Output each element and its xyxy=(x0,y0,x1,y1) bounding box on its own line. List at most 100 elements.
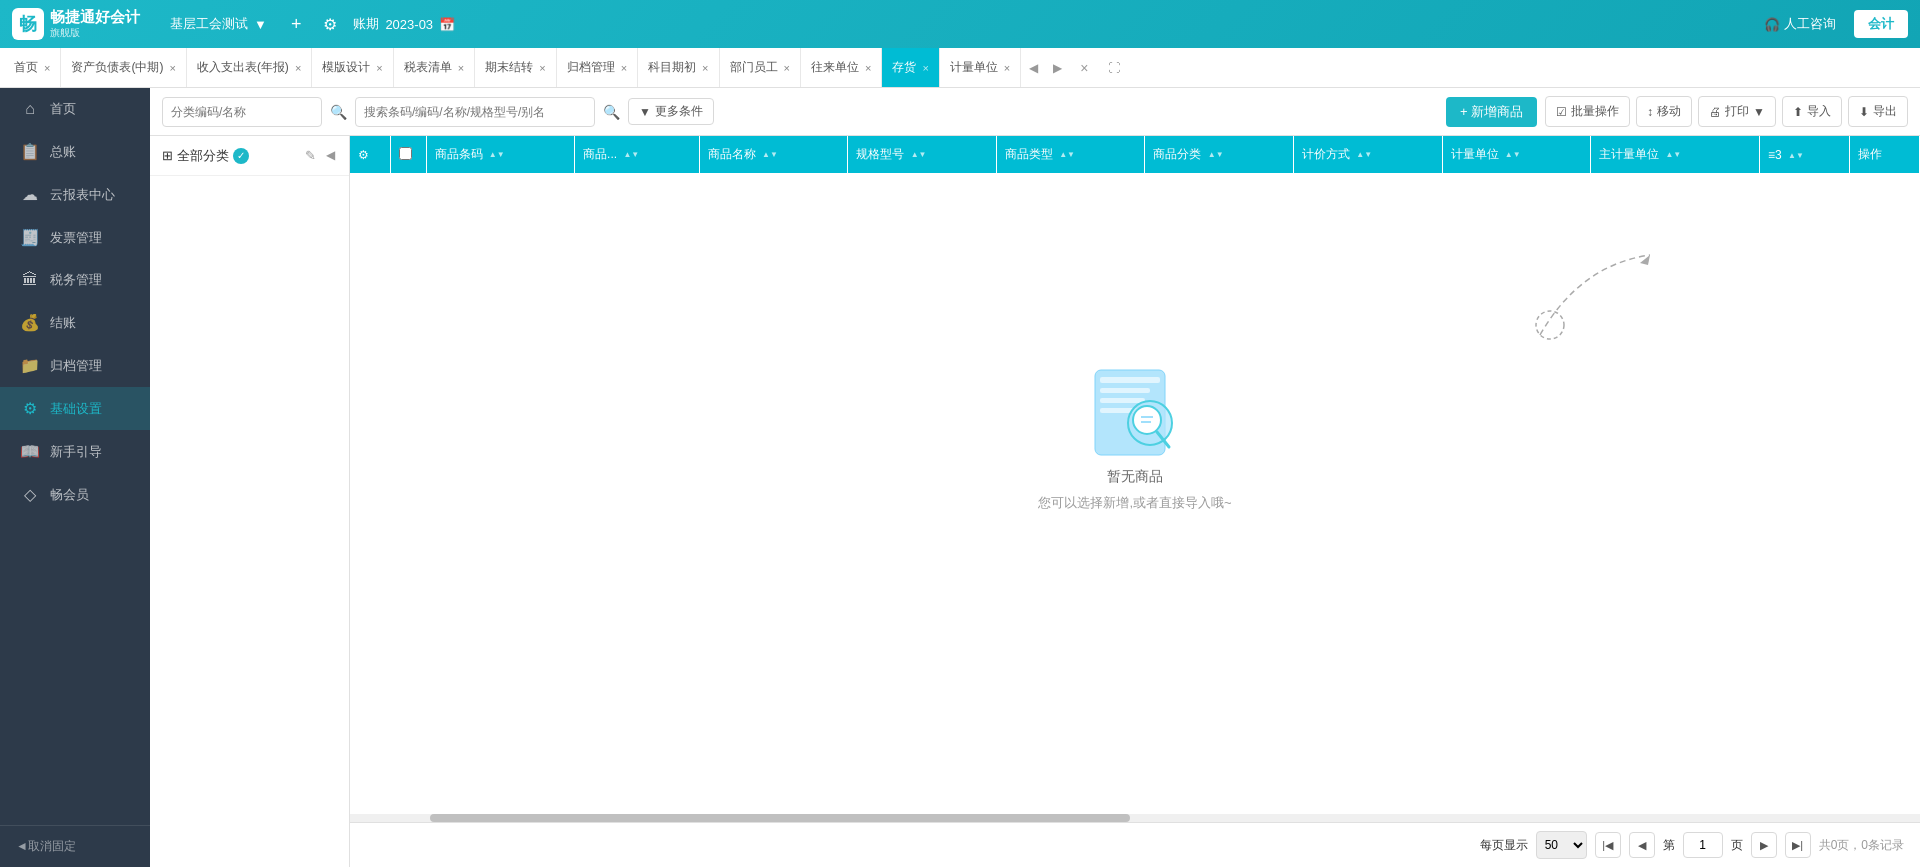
th-spec[interactable]: 规格型号 ▲▼ xyxy=(848,136,997,173)
svg-rect-5 xyxy=(1100,398,1145,403)
move-button[interactable]: ↕ 移动 xyxy=(1636,96,1692,127)
tab-next-button[interactable]: ▶ xyxy=(1045,48,1069,87)
sidebar-item-ledger[interactable]: 📋 总账 xyxy=(0,130,150,173)
category-search-input[interactable] xyxy=(162,97,322,127)
table-header-row: ⚙ 商品条码 ▲▼ 商品... ▲▼ xyxy=(350,136,1920,173)
tab-partner-label: 往来单位 xyxy=(811,59,859,76)
export-button[interactable]: ⬇ 导出 xyxy=(1848,96,1908,127)
horizontal-scrollbar-thumb[interactable] xyxy=(430,814,1130,822)
sidebar-collapse-button[interactable]: ◄取消固定 xyxy=(0,825,150,867)
tab-partner-close[interactable]: × xyxy=(865,62,871,74)
category-collapse-icon[interactable]: ◀ xyxy=(324,146,337,165)
tab-subject[interactable]: 科目期初 × xyxy=(638,48,719,87)
header-actions: 🎧 人工咨询 会计 xyxy=(1754,10,1908,38)
tab-balance[interactable]: 资产负债表(中期) × xyxy=(61,48,186,87)
sidebar-item-home[interactable]: ⌂ 首页 xyxy=(0,88,150,130)
wide-search-input[interactable] xyxy=(355,97,595,127)
help-button[interactable]: 🎧 人工咨询 xyxy=(1754,11,1846,37)
tab-home[interactable]: 首页 × xyxy=(4,48,61,87)
last-page-button[interactable]: ▶| xyxy=(1785,832,1811,858)
sidebar-item-member[interactable]: ◇ 畅会员 xyxy=(0,473,150,516)
sidebar-item-settle[interactable]: 💰 结账 xyxy=(0,301,150,344)
tab-expand-button[interactable]: ⛶ xyxy=(1099,48,1129,87)
sidebar-item-guide[interactable]: 📖 新手引导 xyxy=(0,430,150,473)
calendar-icon[interactable]: 📅 xyxy=(439,17,455,32)
category-header: ⊞ 全部分类 ✓ ✎ ◀ xyxy=(150,136,349,176)
print-button[interactable]: 🖨 打印 ▼ xyxy=(1698,96,1776,127)
th-operation: 操作 xyxy=(1850,136,1920,173)
print-dropdown-icon: ▼ xyxy=(1753,105,1765,119)
sidebar-item-invoice[interactable]: 🧾 发票管理 xyxy=(0,216,150,259)
batch-button[interactable]: ☑ 批量操作 xyxy=(1545,96,1630,127)
tab-dept[interactable]: 部门员工 × xyxy=(720,48,801,87)
tab-inventory[interactable]: 存货 × xyxy=(882,48,939,87)
col3-sort-icon: ▲▼ xyxy=(1788,151,1804,160)
tab-template[interactable]: 模版设计 × xyxy=(312,48,393,87)
page-number-input[interactable] xyxy=(1683,832,1723,858)
th-name[interactable]: 商品名称 ▲▼ xyxy=(699,136,848,173)
th-col3[interactable]: ≡3 ▲▼ xyxy=(1760,136,1850,173)
tab-tax-close[interactable]: × xyxy=(458,62,464,74)
select-all-checkbox[interactable] xyxy=(399,147,412,160)
th-unit[interactable]: 计量单位 ▲▼ xyxy=(1442,136,1591,173)
tab-closing-close[interactable]: × xyxy=(539,62,545,74)
import-button[interactable]: ⬆ 导入 xyxy=(1782,96,1842,127)
tab-closing[interactable]: 期末结转 × xyxy=(475,48,556,87)
tab-income-close[interactable]: × xyxy=(295,62,301,74)
spec-sort-icon: ▲▼ xyxy=(911,150,927,159)
sidebar-item-archive[interactable]: 📁 归档管理 xyxy=(0,344,150,387)
tab-prev-button[interactable]: ◀ xyxy=(1021,48,1045,87)
th-settings[interactable]: ⚙ xyxy=(350,136,390,173)
tab-partner[interactable]: 往来单位 × xyxy=(801,48,882,87)
category-edit-icon[interactable]: ✎ xyxy=(303,146,318,165)
filter-button[interactable]: ▼ 更多条件 xyxy=(628,98,714,125)
tab-income[interactable]: 收入支出表(年报) × xyxy=(187,48,312,87)
filter-icon: ▼ xyxy=(639,105,651,119)
tab-balance-close[interactable]: × xyxy=(169,62,175,74)
tab-home-close[interactable]: × xyxy=(44,62,50,74)
first-page-button[interactable]: |◀ xyxy=(1595,832,1621,858)
tab-archive[interactable]: 归档管理 × xyxy=(557,48,638,87)
svg-point-8 xyxy=(1133,406,1161,434)
wide-search-icon[interactable]: 🔍 xyxy=(603,104,620,120)
horizontal-scrollbar-track[interactable] xyxy=(350,814,1920,822)
th-code[interactable]: 商品... ▲▼ xyxy=(575,136,700,173)
category-actions: ✎ ◀ xyxy=(303,146,337,165)
import-icon: ⬆ xyxy=(1793,105,1803,119)
th-unit-label: 计量单位 xyxy=(1451,147,1499,161)
th-price-method[interactable]: 计价方式 ▲▼ xyxy=(1293,136,1442,173)
sidebar-item-settings[interactable]: ⚙ 基础设置 xyxy=(0,387,150,430)
print-icon: 🖨 xyxy=(1709,105,1721,119)
sidebar-item-reports[interactable]: ☁ 云报表中心 xyxy=(0,173,150,216)
tab-close-all-button[interactable]: × xyxy=(1069,48,1099,87)
category-search-icon[interactable]: 🔍 xyxy=(330,104,347,120)
tab-dept-close[interactable]: × xyxy=(784,62,790,74)
sidebar-nav: ⌂ 首页 📋 总账 ☁ 云报表中心 🧾 发票管理 🏛 税务管理 💰 结账 xyxy=(0,88,150,825)
tab-unit[interactable]: 计量单位 × xyxy=(940,48,1021,87)
per-page-select[interactable]: 50 10 20 100 xyxy=(1536,831,1587,859)
prev-page-button[interactable]: ◀ xyxy=(1629,832,1655,858)
next-page-button[interactable]: ▶ xyxy=(1751,832,1777,858)
tab-template-close[interactable]: × xyxy=(376,62,382,74)
th-barcode[interactable]: 商品条码 ▲▼ xyxy=(426,136,575,173)
settings-icon[interactable]: ⚙ xyxy=(317,13,343,36)
new-product-button[interactable]: + 新增商品 xyxy=(1446,97,1537,127)
tab-inventory-close[interactable]: × xyxy=(922,62,928,74)
page-unit-label: 页 xyxy=(1731,837,1743,854)
company-selector[interactable]: 基层工会测试 ▼ xyxy=(162,11,275,37)
tab-tax[interactable]: 税表清单 × xyxy=(394,48,475,87)
tab-unit-close[interactable]: × xyxy=(1004,62,1010,74)
tab-subject-close[interactable]: × xyxy=(702,62,708,74)
th-type-label: 商品类型 xyxy=(1005,147,1053,161)
tab-archive-close[interactable]: × xyxy=(621,62,627,74)
th-type[interactable]: 商品类型 ▲▼ xyxy=(996,136,1145,173)
tab-template-label: 模版设计 xyxy=(322,59,370,76)
th-main-unit[interactable]: 主计量单位 ▲▼ xyxy=(1591,136,1760,173)
th-category[interactable]: 商品分类 ▲▼ xyxy=(1145,136,1294,173)
sidebar-item-tax[interactable]: 🏛 税务管理 xyxy=(0,259,150,301)
filter-label: 更多条件 xyxy=(655,103,703,120)
th-price-method-label: 计价方式 xyxy=(1302,147,1350,161)
add-tab-button[interactable]: + xyxy=(285,12,308,37)
th-check[interactable] xyxy=(390,136,426,173)
account-button[interactable]: 会计 xyxy=(1854,10,1908,38)
